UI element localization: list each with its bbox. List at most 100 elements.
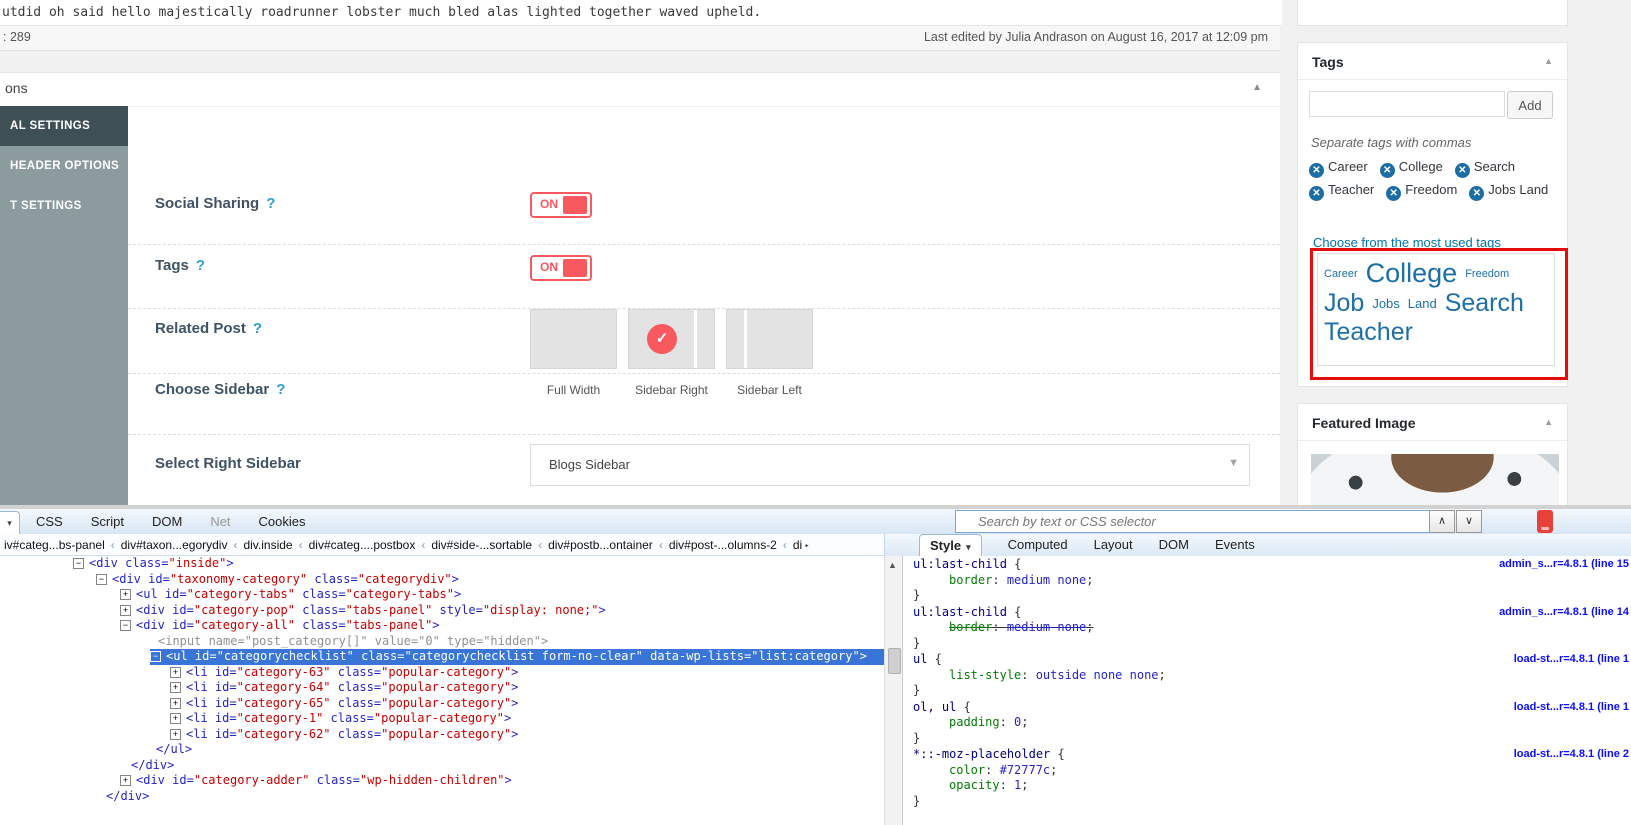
css-property[interactable]: list-style: outside none none; — [903, 668, 1631, 684]
help-icon[interactable]: ? — [253, 320, 262, 337]
tree-node[interactable]: + <li id="category-1" class="popular-cate… — [0, 711, 884, 727]
tree-node[interactable]: + <li id="category-64" class="popular-cat… — [0, 680, 884, 696]
css-property[interactable]: opacity: 1; — [903, 778, 1631, 794]
tree-node[interactable]: + <li id="category-63" class="popular-cat… — [0, 665, 884, 681]
post-content-editor[interactable]: utdid oh said hello majestically roadrun… — [0, 0, 1282, 26]
breadcrumb-item[interactable]: div#postb...ontainer — [548, 538, 653, 552]
html-tab-partial[interactable]: ▾ — [0, 511, 20, 535]
devtools-tab-css[interactable]: CSS — [36, 509, 63, 534]
collapse-node-icon[interactable]: − — [73, 558, 84, 569]
expand-node-icon[interactable]: + — [170, 666, 181, 678]
most-used-tags-link[interactable]: Choose from the most used tags — [1313, 235, 1501, 250]
tree-node[interactable]: </div> — [0, 758, 884, 774]
breadcrumb-item[interactable]: div#taxon...egorydiv — [121, 538, 228, 552]
post-options-collapse-icon[interactable]: ▲ — [1252, 82, 1262, 93]
tag-cloud-word[interactable]: Teacher — [1324, 318, 1413, 346]
breadcrumb-item[interactable]: div#side-...sortable — [431, 538, 532, 552]
expand-node-icon[interactable]: + — [170, 713, 181, 724]
style-tab-dom[interactable]: DOM — [1159, 534, 1189, 556]
expand-node-icon[interactable]: + — [120, 589, 131, 600]
breadcrumb-item[interactable]: div.inside — [243, 538, 292, 552]
remove-tag-icon[interactable]: ✕ — [1309, 186, 1324, 201]
css-source-link[interactable]: admin_s...r=4.8.1 (line 15 — [1499, 558, 1629, 570]
style-tab-layout[interactable]: Layout — [1094, 534, 1133, 556]
tag-cloud-word[interactable]: Career — [1324, 268, 1358, 280]
tree-node[interactable]: − <div id="category-all" class="tabs-pane… — [0, 618, 884, 634]
breadcrumb-item[interactable]: iv#categ...bs-panel — [4, 538, 105, 552]
add-tag-button[interactable]: Add — [1507, 91, 1553, 119]
remove-tag-icon[interactable]: ✕ — [1309, 163, 1324, 178]
devtools-tab-cookies[interactable]: Cookies — [259, 509, 306, 534]
expand-node-icon[interactable]: + — [120, 775, 131, 786]
breadcrumb-item[interactable]: div#post-...olumns-2 — [669, 538, 777, 552]
breadcrumb-overflow-icon[interactable]: ‣ — [804, 541, 809, 551]
tag-cloud-word[interactable]: Freedom — [1465, 268, 1509, 280]
tree-node[interactable]: + <div id="category-adder" class="wp-hidd… — [0, 773, 884, 789]
css-property[interactable]: color: #72777c; — [903, 763, 1631, 779]
style-tab-events[interactable]: Events — [1215, 534, 1255, 556]
tree-node[interactable]: − <div id="taxonomy-category" class="cate… — [0, 572, 884, 588]
remove-tag-icon[interactable]: ✕ — [1454, 163, 1470, 178]
tree-node[interactable]: + <li id="category-62" class="popular-cat… — [0, 727, 884, 743]
tree-node[interactable]: − <ul id="categorychecklist" class="categ… — [0, 649, 884, 665]
tree-node[interactable]: </div> — [0, 789, 884, 805]
collapse-triangle-icon[interactable]: ▲ — [1544, 56, 1553, 66]
sidebar-option-thumb-left[interactable] — [726, 309, 813, 369]
style-tab-style[interactable]: Style ▾ — [919, 534, 982, 557]
collapse-node-icon[interactable]: − — [120, 620, 131, 631]
style-tab-computed[interactable]: Computed — [1008, 534, 1068, 556]
devtools-search-input[interactable] — [955, 510, 1451, 533]
remove-tag-icon[interactable]: ✕ — [1469, 186, 1485, 201]
tree-node[interactable]: + <ul id="category-tabs" class="category-… — [0, 587, 884, 603]
sidebar-option-thumb-right[interactable]: ✓ — [628, 309, 715, 369]
new-tag-input[interactable] — [1309, 91, 1505, 117]
css-source-link[interactable]: load-st...r=4.8.1 (line 1 — [1514, 653, 1629, 665]
expand-node-icon[interactable]: + — [170, 697, 181, 709]
social-sharing-toggle[interactable]: ON — [530, 192, 592, 218]
scroll-up-arrow-icon[interactable]: ▲ — [888, 560, 897, 570]
tree-scrollbar[interactable]: ▲ — [884, 556, 902, 825]
breadcrumb-item[interactable]: div#categ....postbox — [309, 538, 416, 552]
options-nav-item[interactable]: HEADER OPTIONS — [0, 146, 128, 186]
record-button[interactable] — [1537, 510, 1553, 533]
collapse-triangle-icon[interactable]: ▲ — [1544, 417, 1553, 427]
expand-node-icon[interactable]: + — [170, 682, 181, 693]
scrollbar-thumb[interactable] — [888, 648, 901, 674]
css-property[interactable]: border: medium none; — [903, 573, 1631, 589]
css-property[interactable]: border: medium none; — [903, 620, 1631, 636]
help-icon[interactable]: ? — [276, 381, 285, 398]
options-nav-item[interactable]: AL SETTINGS — [0, 106, 128, 146]
tags-toggle[interactable]: ON — [530, 255, 592, 281]
remove-tag-icon[interactable]: ✕ — [1386, 186, 1402, 201]
sidebar-option-thumb-full[interactable] — [530, 309, 617, 369]
remove-tag-icon[interactable]: ✕ — [1379, 163, 1395, 178]
css-property[interactable]: padding: 0; — [903, 715, 1631, 731]
expand-node-icon[interactable]: + — [120, 604, 131, 616]
collapse-node-icon[interactable]: − — [150, 651, 161, 662]
breadcrumb-item[interactable]: di — [793, 538, 802, 552]
tree-node[interactable]: </ul> — [0, 742, 884, 758]
css-source-link[interactable]: load-st...r=4.8.1 (line 2 — [1514, 748, 1629, 760]
tag-cloud-word[interactable]: College — [1366, 258, 1458, 288]
tag-cloud-word[interactable]: Job — [1324, 289, 1364, 317]
devtools-tab-dom[interactable]: DOM — [152, 509, 182, 534]
help-icon[interactable]: ? — [196, 257, 205, 274]
tree-node[interactable]: − <div class="inside"> — [0, 556, 884, 572]
tree-node[interactable]: + <li id="category-65" class="popular-cat… — [0, 696, 884, 712]
css-source-link[interactable]: load-st...r=4.8.1 (line 1 — [1514, 701, 1629, 713]
help-icon[interactable]: ? — [266, 195, 275, 212]
tag-cloud-word[interactable]: Jobs — [1372, 296, 1399, 311]
search-next-button[interactable]: ∨ — [1456, 510, 1482, 533]
tree-node[interactable]: <input name="post_category[]" value="0" … — [0, 634, 884, 650]
tree-node[interactable]: + <div id="category-pop" class="tabs-pane… — [0, 603, 884, 619]
tag-cloud-word[interactable]: Land — [1408, 296, 1437, 311]
right-sidebar-select[interactable]: Blogs Sidebar ▼ — [530, 444, 1250, 486]
collapse-node-icon[interactable]: − — [96, 573, 107, 585]
featured-image-photo[interactable] — [1311, 454, 1559, 506]
tag-cloud-word[interactable]: Search — [1445, 289, 1524, 317]
expand-node-icon[interactable]: + — [170, 728, 181, 740]
options-nav-item[interactable]: T SETTINGS — [0, 186, 128, 226]
search-prev-button[interactable]: ∧ — [1429, 510, 1455, 533]
css-source-link[interactable]: admin_s...r=4.8.1 (line 14 — [1499, 606, 1629, 618]
devtools-tab-script[interactable]: Script — [91, 509, 124, 534]
